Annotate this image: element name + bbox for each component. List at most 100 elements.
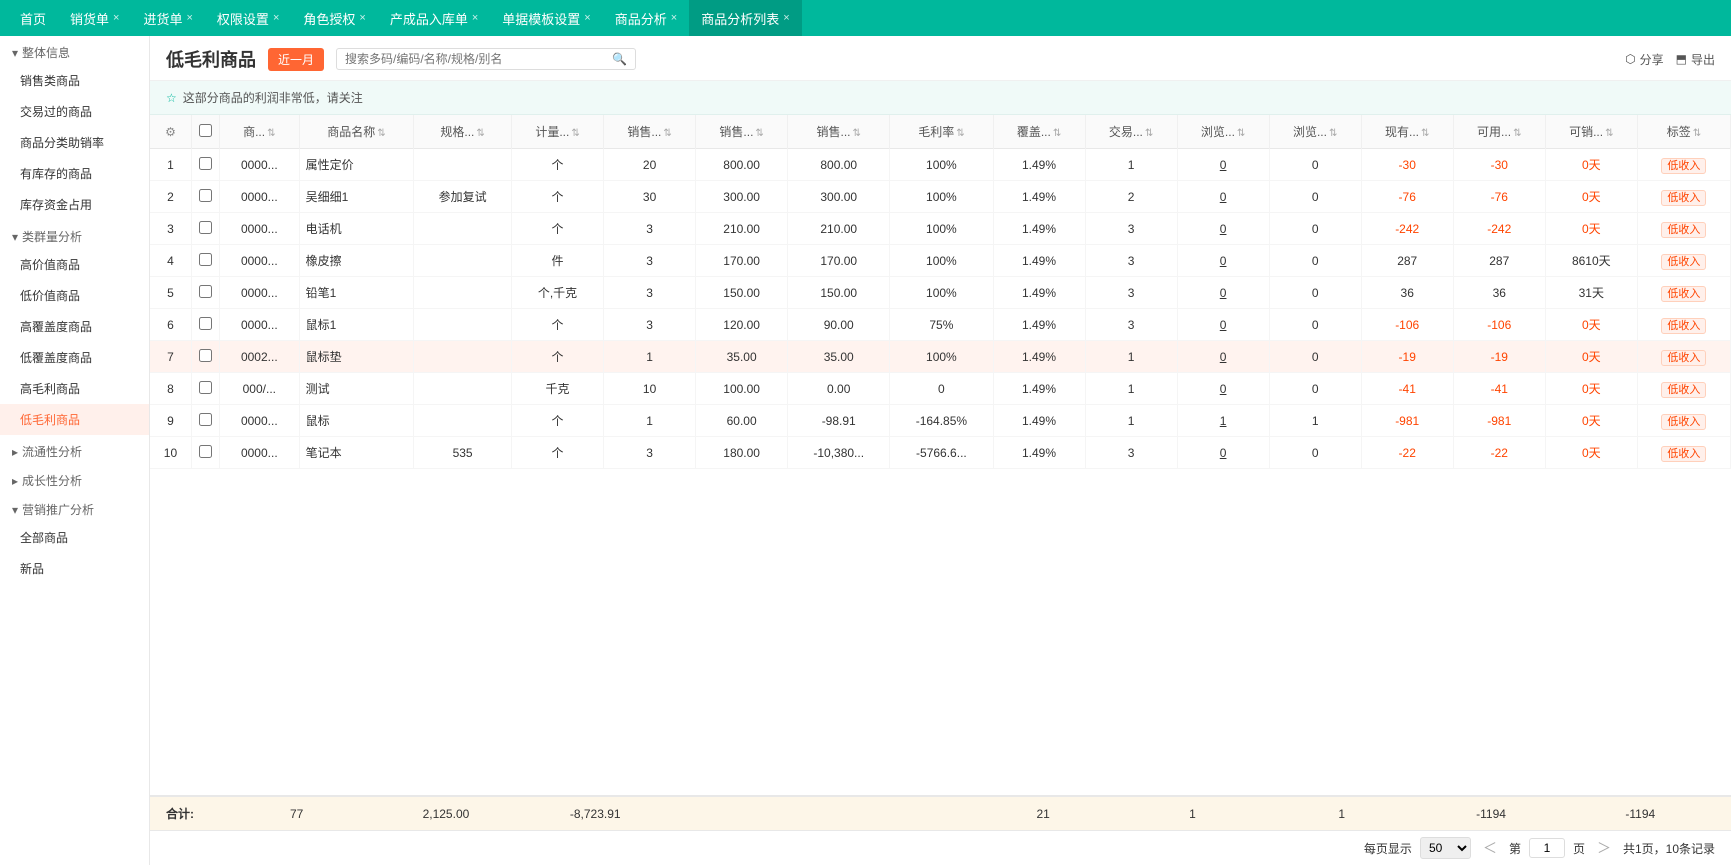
cell-sales-price: 300.00	[696, 181, 788, 213]
col-browse1[interactable]: 浏览...⇅	[1177, 115, 1269, 149]
sidebar-group-cluster[interactable]: ▾ 类群量分析	[0, 220, 149, 249]
sidebar-item-high-value[interactable]: 高价值商品	[0, 249, 149, 280]
nav-sales-order[interactable]: 销货单 ×	[58, 0, 131, 36]
cell-checkbox[interactable]	[191, 341, 219, 373]
sidebar-item-low-margin[interactable]: 低毛利商品	[0, 404, 149, 435]
cell-browse1[interactable]: 0	[1177, 213, 1269, 245]
prev-page-button[interactable]: ＜	[1479, 838, 1501, 858]
next-page-button[interactable]: ＞	[1593, 838, 1615, 858]
sidebar-item-in-stock[interactable]: 有库存的商品	[0, 158, 149, 189]
nav-product-analysis[interactable]: 商品分析 ×	[603, 0, 689, 36]
col-unit[interactable]: 计量...⇅	[512, 115, 604, 149]
sidebar-item-traded[interactable]: 交易过的商品	[0, 96, 149, 127]
export-button[interactable]: ⬒ 导出	[1676, 51, 1715, 68]
sidebar-group-overall[interactable]: ▾ 整体信息	[0, 36, 149, 65]
close-icon[interactable]: ×	[783, 12, 789, 24]
cell-browse1[interactable]: 0	[1177, 149, 1269, 181]
sidebar-item-capital[interactable]: 库存资金占用	[0, 189, 149, 220]
select-all-checkbox[interactable]	[199, 124, 212, 137]
cell-browse1[interactable]: 0	[1177, 181, 1269, 213]
search-icon[interactable]: 🔍	[612, 52, 627, 66]
cell-name: 笔记本	[299, 437, 414, 469]
sidebar-item-sales-products[interactable]: 销售类商品	[0, 65, 149, 96]
col-gross-rate[interactable]: 毛利率⇅	[890, 115, 993, 149]
cell-current-stock: -22	[1361, 437, 1453, 469]
sidebar-item-low-value[interactable]: 低价值商品	[0, 280, 149, 311]
cell-browse1[interactable]: 0	[1177, 341, 1269, 373]
cell-browse1[interactable]: 0	[1177, 373, 1269, 405]
notice-text: 这部分商品的利润非常低，请关注	[183, 89, 363, 106]
nav-product-storage[interactable]: 产成品入库单 ×	[378, 0, 490, 36]
col-name[interactable]: 商品名称⇅	[299, 115, 414, 149]
cell-browse1[interactable]: 1	[1177, 405, 1269, 437]
cell-checkbox[interactable]	[191, 213, 219, 245]
cell-checkbox[interactable]	[191, 277, 219, 309]
close-icon[interactable]: ×	[584, 12, 590, 24]
col-code[interactable]: 商...⇅	[219, 115, 299, 149]
per-page-select[interactable]: 50 20 100	[1420, 837, 1471, 859]
search-input[interactable]	[345, 52, 606, 66]
col-coverage[interactable]: 覆盖...⇅	[993, 115, 1085, 149]
close-icon[interactable]: ×	[359, 12, 365, 24]
close-icon[interactable]: ×	[113, 12, 119, 24]
notice-bar: ☆ 这部分商品的利润非常低，请关注	[150, 81, 1731, 115]
col-trade[interactable]: 交易...⇅	[1085, 115, 1177, 149]
cell-saleable: 31天	[1545, 277, 1637, 309]
cell-gross-rate: 75%	[890, 309, 993, 341]
sidebar-item-low-coverage[interactable]: 低覆盖度商品	[0, 342, 149, 373]
col-current-stock[interactable]: 现有...⇅	[1361, 115, 1453, 149]
nav-purchase-order[interactable]: 进货单 ×	[131, 0, 204, 36]
sidebar-item-high-coverage[interactable]: 高覆盖度商品	[0, 311, 149, 342]
gear-icon[interactable]: ⚙	[165, 125, 176, 139]
cell-browse1[interactable]: 0	[1177, 437, 1269, 469]
sidebar-group-growth[interactable]: ▸ 成长性分析	[0, 464, 149, 493]
col-sales-profit[interactable]: 销售...⇅	[788, 115, 890, 149]
close-icon[interactable]: ×	[472, 12, 478, 24]
col-sales-price[interactable]: 销售...⇅	[696, 115, 788, 149]
nav-template-settings[interactable]: 单据模板设置 ×	[490, 0, 602, 36]
col-available[interactable]: 可用...⇅	[1453, 115, 1545, 149]
col-sales-qty[interactable]: 销售...⇅	[604, 115, 696, 149]
sidebar-item-all-products[interactable]: 全部商品	[0, 522, 149, 553]
close-icon[interactable]: ×	[186, 12, 192, 24]
cell-checkbox[interactable]	[191, 245, 219, 277]
sidebar-item-category-rate[interactable]: 商品分类助销率	[0, 127, 149, 158]
cell-checkbox[interactable]	[191, 149, 219, 181]
filter-recent-month-button[interactable]: 近一月	[268, 48, 324, 71]
cell-name: 吴细细1	[299, 181, 414, 213]
cell-checkbox[interactable]	[191, 405, 219, 437]
cell-available: -106	[1453, 309, 1545, 341]
share-button[interactable]: ⬡ 分享	[1625, 51, 1664, 68]
close-icon[interactable]: ×	[671, 12, 677, 24]
col-saleable[interactable]: 可销...⇅	[1545, 115, 1637, 149]
pagination-bar: 每页显示 50 20 100 ＜ 第 页 ＞ 共1页，10条记录	[150, 830, 1731, 865]
sidebar-group-liquidity[interactable]: ▸ 流通性分析	[0, 435, 149, 464]
cell-checkbox[interactable]	[191, 373, 219, 405]
cell-code: 0000...	[219, 405, 299, 437]
nav-home[interactable]: 首页	[8, 0, 58, 36]
cell-checkbox[interactable]	[191, 309, 219, 341]
col-select-all[interactable]	[191, 115, 219, 149]
collapse-icon: ▾	[12, 230, 18, 244]
sidebar-item-new-products[interactable]: 新品	[0, 553, 149, 584]
page-number-input[interactable]	[1529, 838, 1565, 858]
sidebar-group-marketing[interactable]: ▾ 营销推广分析	[0, 493, 149, 522]
cell-checkbox[interactable]	[191, 437, 219, 469]
col-tag[interactable]: 标签⇅	[1637, 115, 1730, 149]
cell-browse1[interactable]: 0	[1177, 245, 1269, 277]
nav-product-analysis-list[interactable]: 商品分析列表 ×	[689, 0, 801, 36]
cell-checkbox[interactable]	[191, 181, 219, 213]
nav-permission[interactable]: 权限设置 ×	[205, 0, 291, 36]
cell-saleable: 0天	[1545, 405, 1637, 437]
cell-browse2: 0	[1269, 309, 1361, 341]
cell-trade: 3	[1085, 245, 1177, 277]
col-spec[interactable]: 规格...⇅	[414, 115, 512, 149]
cell-browse1[interactable]: 0	[1177, 309, 1269, 341]
nav-role-auth[interactable]: 角色授权 ×	[291, 0, 377, 36]
close-icon[interactable]: ×	[273, 12, 279, 24]
cell-trade: 1	[1085, 341, 1177, 373]
cell-browse1[interactable]: 0	[1177, 277, 1269, 309]
cell-gross-rate: 100%	[890, 277, 993, 309]
sidebar-item-high-margin[interactable]: 高毛利商品	[0, 373, 149, 404]
col-browse2[interactable]: 浏览...⇅	[1269, 115, 1361, 149]
